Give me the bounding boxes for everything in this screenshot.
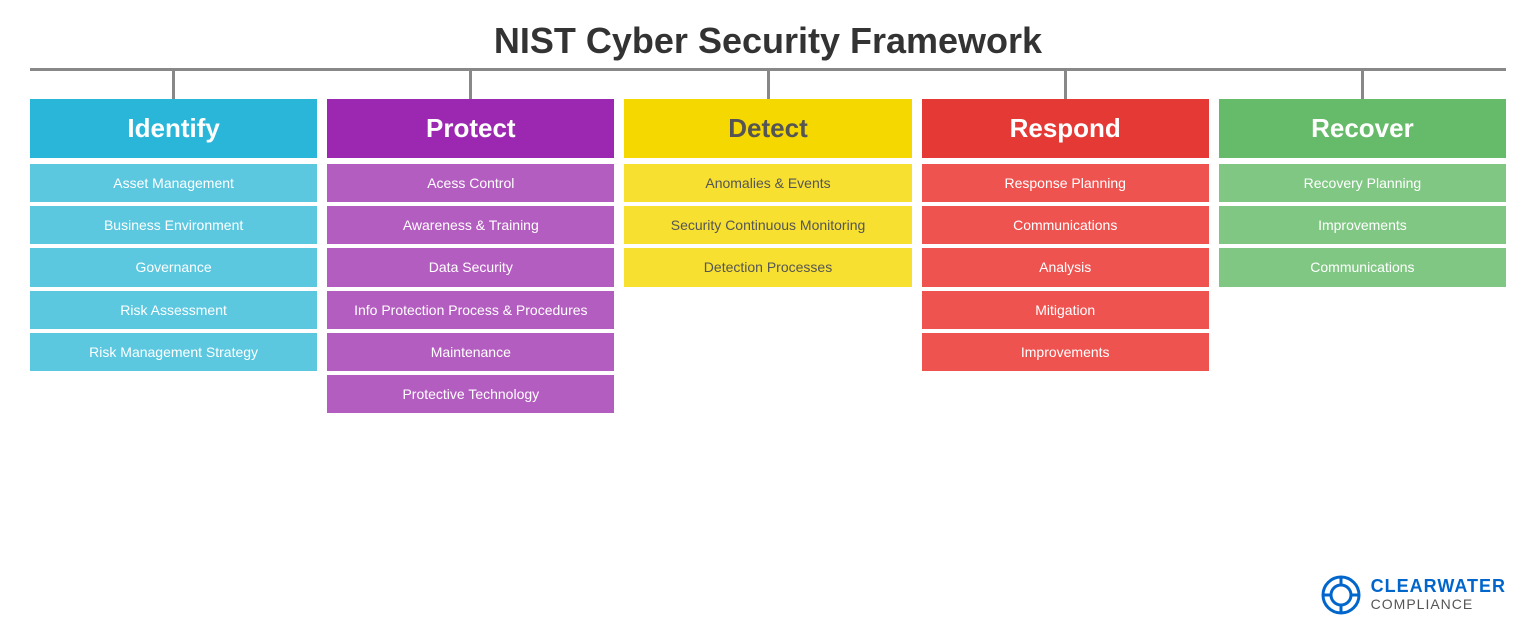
recover-item: Improvements — [1219, 206, 1506, 244]
respond-header: Respond — [922, 99, 1209, 158]
column-protect: Protect Acess Control Awareness & Training… — [327, 71, 614, 417]
identify-item: Business Environment — [30, 206, 317, 244]
respond-item: Improvements — [922, 333, 1209, 371]
page-title: NIST Cyber Security Framework — [494, 20, 1042, 62]
identify-header: Identify — [30, 99, 317, 158]
identify-item: Risk Assessment — [30, 291, 317, 329]
respond-item: Mitigation — [922, 291, 1209, 329]
protect-item: Info Protection Process & Procedures — [327, 291, 614, 329]
column-identify: Identify Asset Management Business Environ… — [30, 71, 317, 417]
protect-item: Awareness & Training — [327, 206, 614, 244]
respond-item: Analysis — [922, 248, 1209, 286]
respond-item: Communications — [922, 206, 1209, 244]
detect-item: Security Continuous Monitoring — [624, 206, 911, 244]
column-detect: Detect Anomalies & Events Security Continu… — [624, 71, 911, 417]
protect-item: Maintenance — [327, 333, 614, 371]
protect-item: Data Security — [327, 248, 614, 286]
protect-item: Acess Control — [327, 164, 614, 202]
identify-item: Risk Management Strategy — [30, 333, 317, 371]
identify-item: Governance — [30, 248, 317, 286]
logo-compliance: COMPLIANCE — [1371, 597, 1506, 612]
column-respond: Respond Response Planning Communications An… — [922, 71, 1209, 417]
identify-item: Asset Management — [30, 164, 317, 202]
recover-item: Recovery Planning — [1219, 164, 1506, 202]
protect-item: Protective Technology — [327, 375, 614, 413]
logo-clearwater: CLEARWATER — [1371, 577, 1506, 597]
framework-columns: Identify Asset Management Business Environ… — [30, 71, 1506, 417]
detect-item: Detection Processes — [624, 248, 911, 286]
recover-header: Recover — [1219, 99, 1506, 158]
detect-item: Anomalies & Events — [624, 164, 911, 202]
protect-header: Protect — [327, 99, 614, 158]
detect-header: Detect — [624, 99, 911, 158]
footer-logo: CLEARWATER COMPLIANCE — [1319, 573, 1506, 617]
recover-item: Communications — [1219, 248, 1506, 286]
respond-item: Response Planning — [922, 164, 1209, 202]
column-recover: Recover Recovery Planning Improvements Comm… — [1219, 71, 1506, 417]
logo-text: CLEARWATER COMPLIANCE — [1371, 577, 1506, 612]
clearwater-logo-icon — [1319, 573, 1363, 617]
